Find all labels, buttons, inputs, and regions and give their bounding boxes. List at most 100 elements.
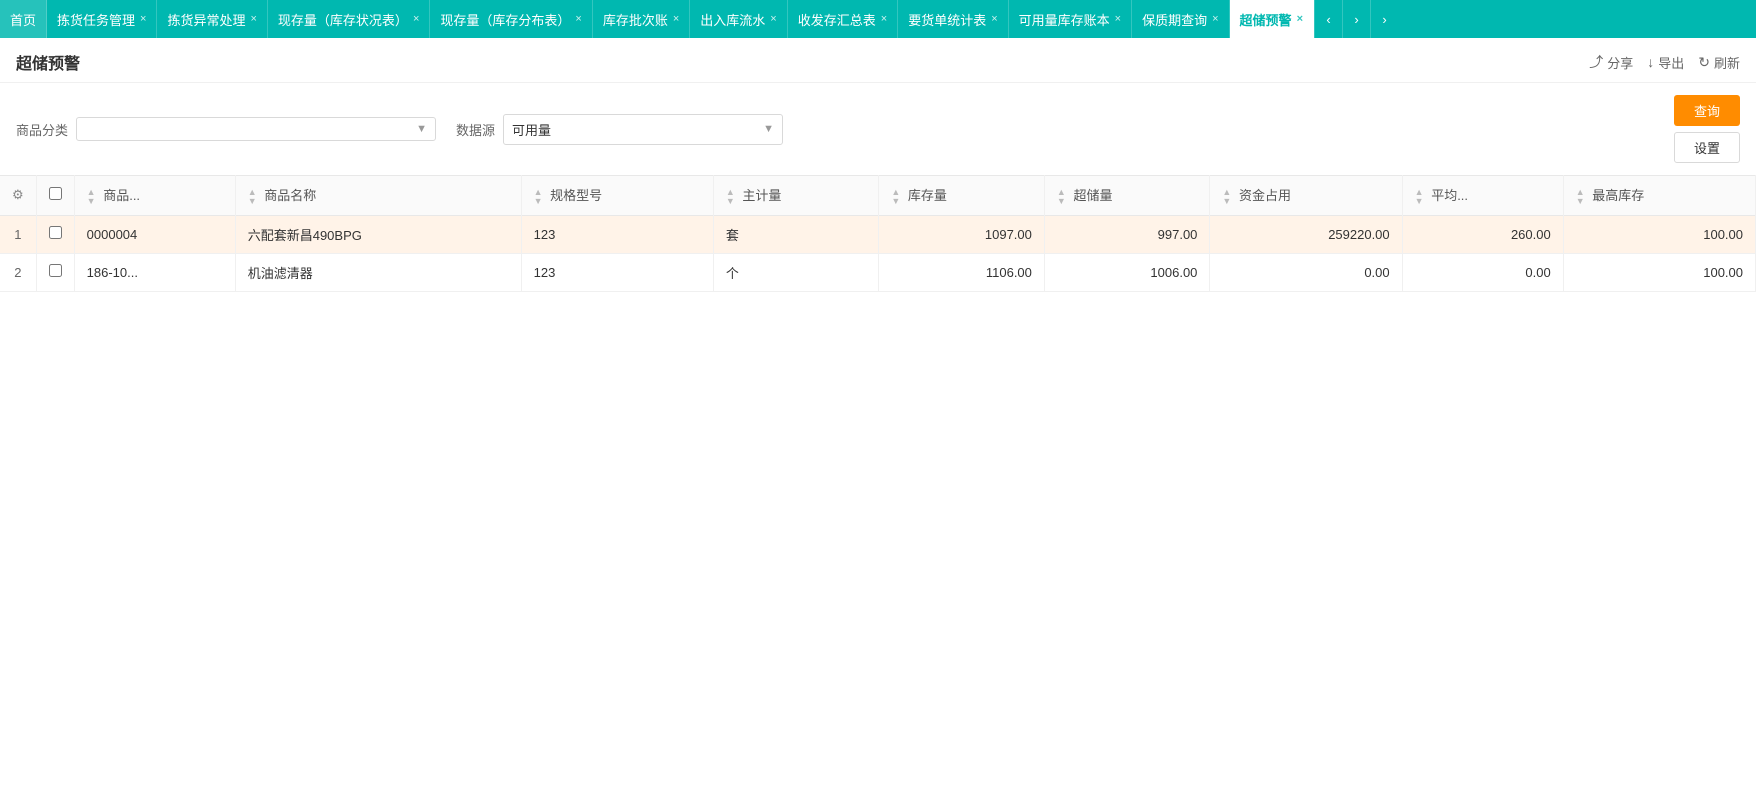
row-product-code: 0000004 — [74, 215, 235, 253]
table-row: 1 0000004 六配套新昌490BPG 123 套 1097.00 997.… — [0, 215, 1756, 253]
row-seq: 1 — [0, 215, 36, 253]
top-nav: 首页 拣货任务管理 × 拣货异常处理 × 现存量（库存状况表） × 现存量（库存… — [0, 0, 1756, 38]
table-container: ⚙ ▲▼ 商品... ▲▼ 商品名称 ▲▼ 规格型号 — [0, 175, 1756, 292]
nav-more-arrow[interactable]: › — [1370, 0, 1398, 38]
datasource-select-value: 可用量 — [512, 120, 551, 139]
page-container: 超储预警 ⤴ 分享 ↓ 导出 ↻ 刷新 商品分类 ▼ 数据源 — [0, 38, 1756, 800]
filter-category: 商品分类 ▼ — [16, 117, 436, 141]
row-seq: 2 — [0, 253, 36, 291]
share-button[interactable]: ⤴ 分享 — [1589, 52, 1633, 72]
filter-datasource: 数据源 可用量 ▼ — [456, 114, 783, 145]
th-max-stock[interactable]: ▲▼ 最高库存 — [1563, 176, 1755, 216]
row-product-name: 六配套新昌490BPG — [235, 215, 521, 253]
refresh-icon: ↻ — [1698, 54, 1710, 71]
th-product-name[interactable]: ▲▼ 商品名称 — [235, 176, 521, 216]
sort-icon-avg: ▲▼ — [1415, 188, 1424, 206]
sort-icon-product-name: ▲▼ — [248, 188, 257, 206]
row-product-code: 186-10... — [74, 253, 235, 291]
sort-icon-max-stock: ▲▼ — [1576, 188, 1585, 206]
nav-close-req-stat[interactable]: × — [991, 13, 997, 25]
nav-collect-summary[interactable]: 收发存汇总表 × — [788, 0, 898, 38]
nav-available-account[interactable]: 可用量库存账本 × — [1009, 0, 1132, 38]
filter-category-label: 商品分类 — [16, 120, 68, 139]
row-unit: 套 — [713, 215, 879, 253]
th-avg[interactable]: ▲▼ 平均... — [1402, 176, 1563, 216]
sort-icon-overstock: ▲▼ — [1057, 188, 1066, 206]
row-stock: 1097.00 — [879, 215, 1045, 253]
nav-req-stat[interactable]: 要货单统计表 × — [898, 0, 1008, 38]
nav-quality-check[interactable]: 保质期查询 × — [1132, 0, 1229, 38]
refresh-button[interactable]: ↻ 刷新 — [1698, 53, 1740, 72]
nav-prev-arrow[interactable]: ‹ — [1314, 0, 1342, 38]
nav-close-inventory-dist[interactable]: × — [575, 13, 581, 25]
sort-icon-stock: ▲▼ — [891, 188, 900, 206]
query-button[interactable]: 查询 — [1674, 95, 1740, 126]
filter-datasource-label: 数据源 — [456, 120, 495, 139]
filter-buttons: 查询 设置 — [1674, 95, 1740, 163]
export-icon: ↓ — [1647, 54, 1654, 70]
sort-icon-capital: ▲▼ — [1222, 188, 1231, 206]
nav-next-arrow[interactable]: › — [1342, 0, 1370, 38]
nav-close-quality-check[interactable]: × — [1212, 13, 1218, 25]
nav-home[interactable]: 首页 — [0, 0, 47, 38]
nav-abnormal[interactable]: 拣货异常处理 × — [157, 0, 267, 38]
row-overstock: 997.00 — [1044, 215, 1210, 253]
row-checkbox[interactable] — [49, 264, 62, 277]
table-row: 2 186-10... 机油滤清器 123 个 1106.00 1006.00 … — [0, 253, 1756, 291]
page-header: 超储预警 ⤴ 分享 ↓ 导出 ↻ 刷新 — [0, 38, 1756, 83]
row-checkbox-cell — [36, 253, 74, 291]
nav-inventory-status[interactable]: 现存量（库存状况表） × — [268, 0, 430, 38]
header-actions: ⤴ 分享 ↓ 导出 ↻ 刷新 — [1589, 52, 1740, 72]
row-spec: 123 — [521, 253, 713, 291]
nav-close-overstock-warning[interactable]: × — [1297, 13, 1303, 25]
row-capital: 259220.00 — [1210, 215, 1402, 253]
th-product-code[interactable]: ▲▼ 商品... — [74, 176, 235, 216]
th-capital[interactable]: ▲▼ 资金占用 — [1210, 176, 1402, 216]
select-all-checkbox[interactable] — [49, 187, 62, 200]
nav-close-batch-account[interactable]: × — [673, 13, 679, 25]
export-button[interactable]: ↓ 导出 — [1647, 53, 1684, 72]
sort-icon-product-code: ▲▼ — [87, 188, 96, 206]
table-header-row: ⚙ ▲▼ 商品... ▲▼ 商品名称 ▲▼ 规格型号 — [0, 176, 1756, 216]
th-overstock[interactable]: ▲▼ 超储量 — [1044, 176, 1210, 216]
data-table: ⚙ ▲▼ 商品... ▲▼ 商品名称 ▲▼ 规格型号 — [0, 175, 1756, 292]
nav-close-collect-summary[interactable]: × — [881, 13, 887, 25]
row-max-stock: 100.00 — [1563, 215, 1755, 253]
th-spec[interactable]: ▲▼ 规格型号 — [521, 176, 713, 216]
th-gear: ⚙ — [0, 176, 36, 216]
row-max-stock: 100.00 — [1563, 253, 1755, 291]
th-unit[interactable]: ▲▼ 主计量 — [713, 176, 879, 216]
nav-close-task-mgmt[interactable]: × — [140, 13, 146, 25]
row-checkbox-cell — [36, 215, 74, 253]
sort-icon-unit: ▲▼ — [726, 188, 735, 206]
category-select[interactable]: ▼ — [76, 117, 436, 141]
gear-icon[interactable]: ⚙ — [12, 187, 24, 202]
settings-button[interactable]: 设置 — [1674, 132, 1740, 163]
row-capital: 0.00 — [1210, 253, 1402, 291]
row-overstock: 1006.00 — [1044, 253, 1210, 291]
row-avg: 260.00 — [1402, 215, 1563, 253]
row-stock: 1106.00 — [879, 253, 1045, 291]
nav-close-inventory-status[interactable]: × — [413, 13, 419, 25]
nav-close-available-account[interactable]: × — [1115, 13, 1121, 25]
row-unit: 个 — [713, 253, 879, 291]
category-dropdown-icon: ▼ — [416, 123, 427, 135]
datasource-dropdown-icon: ▼ — [763, 123, 774, 135]
row-checkbox[interactable] — [49, 226, 62, 239]
share-icon: ⤴ — [1589, 52, 1603, 72]
nav-close-abnormal[interactable]: × — [250, 13, 256, 25]
nav-inventory-dist[interactable]: 现存量（库存分布表） × — [430, 0, 592, 38]
sort-icon-spec: ▲▼ — [534, 188, 543, 206]
filter-row: 商品分类 ▼ 数据源 可用量 ▼ 查询 设置 — [0, 83, 1756, 175]
nav-task-mgmt[interactable]: 拣货任务管理 × — [47, 0, 157, 38]
th-checkbox — [36, 176, 74, 216]
page-title: 超储预警 — [16, 50, 80, 74]
row-spec: 123 — [521, 215, 713, 253]
nav-batch-account[interactable]: 库存批次账 × — [593, 0, 690, 38]
row-avg: 0.00 — [1402, 253, 1563, 291]
nav-inout-flow[interactable]: 出入库流水 × — [690, 0, 787, 38]
th-stock[interactable]: ▲▼ 库存量 — [879, 176, 1045, 216]
datasource-select[interactable]: 可用量 ▼ — [503, 114, 783, 145]
nav-close-inout-flow[interactable]: × — [770, 13, 776, 25]
nav-overstock-warning[interactable]: 超储预警 × — [1230, 0, 1314, 38]
